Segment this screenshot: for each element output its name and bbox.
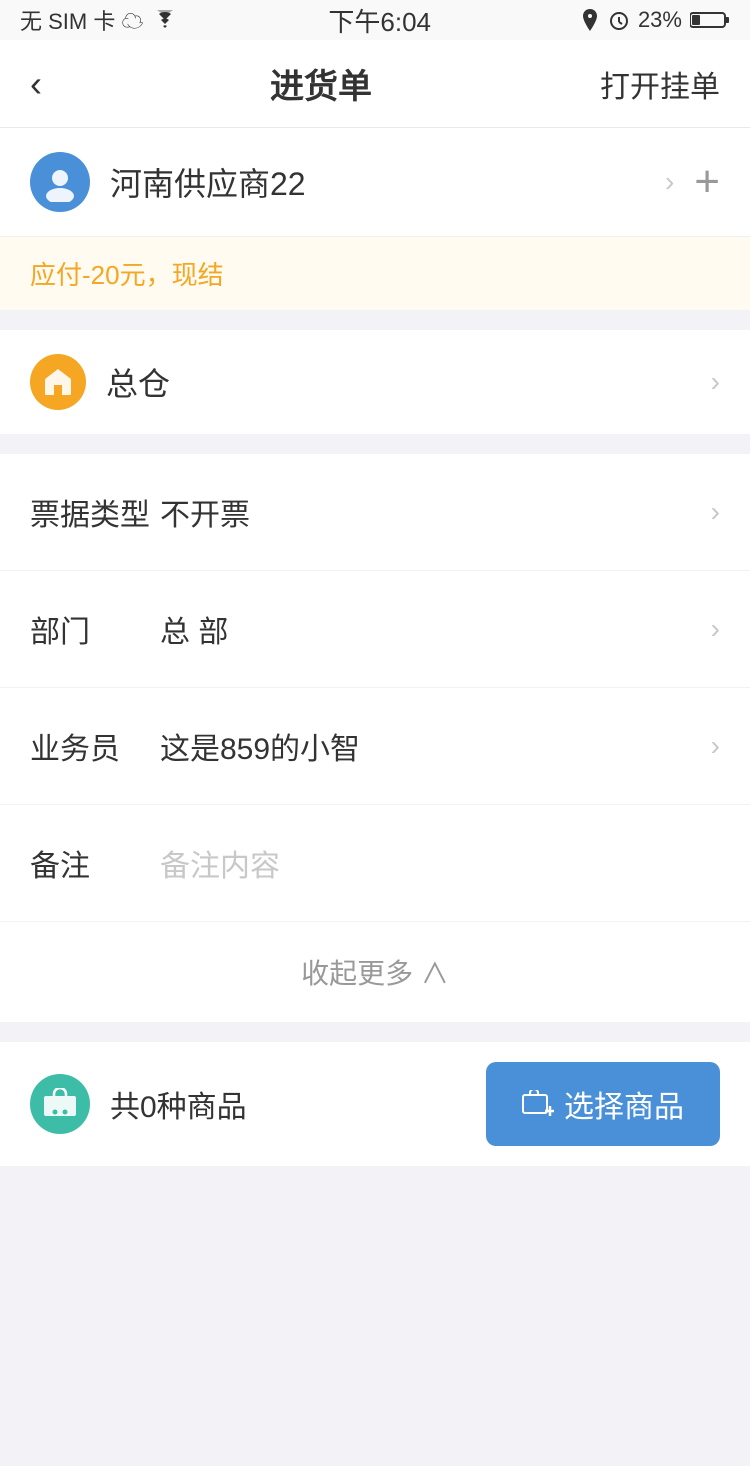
nav-bar: ‹ 进货单 打开挂单: [0, 40, 750, 128]
battery-text: 23%: [638, 7, 682, 33]
battery-icon: [690, 10, 730, 30]
salesperson-label: 业务员: [30, 724, 160, 768]
goods-count-text: 共0种商品: [110, 1082, 247, 1126]
warehouse-chevron-icon: ›: [711, 366, 720, 398]
select-goods-button[interactable]: 选择商品: [486, 1062, 720, 1146]
warehouse-name: 总仓: [106, 359, 711, 405]
notice-bar: 应付-20元，现结: [0, 237, 750, 310]
status-left: 无 SIM 卡 ☁: [20, 4, 179, 36]
salesperson-chevron-icon: ›: [711, 730, 720, 762]
warehouse-icon: [30, 354, 86, 410]
alarm-icon: [608, 9, 630, 31]
gray-area: [0, 1166, 750, 1466]
page-title: 进货单: [270, 59, 372, 108]
supplier-avatar: [30, 152, 90, 212]
add-button[interactable]: +: [694, 160, 720, 204]
dept-row[interactable]: 部门 总 部 ›: [0, 571, 750, 688]
status-right: 23%: [580, 7, 730, 33]
select-goods-icon: [522, 1090, 554, 1118]
status-bar: 无 SIM 卡 ☁ 下午6:04 23%: [0, 0, 750, 40]
status-time: 下午6:04: [328, 2, 431, 39]
form-section: 票据类型 不开票 › 部门 总 部 › 业务员 这是859的小智 › 备注 备注…: [0, 454, 750, 1022]
salesperson-row[interactable]: 业务员 这是859的小智 ›: [0, 688, 750, 805]
remark-row[interactable]: 备注 备注内容: [0, 805, 750, 921]
goods-count-area: 共0种商品: [30, 1074, 247, 1134]
back-button[interactable]: ‹: [30, 63, 42, 105]
location-icon: [580, 9, 600, 31]
remark-input[interactable]: 备注内容: [160, 841, 720, 885]
supplier-chevron-icon: ›: [665, 166, 674, 198]
supplier-name: 河南供应商22: [110, 159, 665, 205]
invoice-label: 票据类型: [30, 490, 160, 534]
invoice-chevron-icon: ›: [711, 496, 720, 528]
no-sim-text: 无 SIM 卡 ☁: [20, 4, 143, 36]
wifi-icon: [151, 10, 179, 30]
goods-icon: [30, 1074, 90, 1134]
warehouse-section: 总仓 ›: [0, 330, 750, 434]
invoice-value: 不开票: [160, 490, 711, 534]
dept-chevron-icon: ›: [711, 613, 720, 645]
salesperson-value: 这是859的小智: [160, 724, 711, 768]
bottom-bar: 共0种商品 选择商品: [0, 1042, 750, 1166]
content: 河南供应商22 › + 应付-20元，现结 总仓 › 票据类型 不开票 ›: [0, 128, 750, 1466]
supplier-row[interactable]: 河南供应商22 › +: [0, 128, 750, 237]
supplier-section: 河南供应商22 › +: [0, 128, 750, 237]
select-goods-label: 选择商品: [564, 1082, 684, 1126]
open-pending-button[interactable]: 打开挂单: [600, 62, 720, 106]
collapse-button[interactable]: 收起更多 ∧: [0, 921, 750, 1022]
remark-label: 备注: [30, 841, 160, 885]
warehouse-row[interactable]: 总仓 ›: [0, 330, 750, 434]
dept-label: 部门: [30, 607, 160, 651]
dept-value: 总 部: [160, 607, 711, 651]
invoice-row[interactable]: 票据类型 不开票 ›: [0, 454, 750, 571]
